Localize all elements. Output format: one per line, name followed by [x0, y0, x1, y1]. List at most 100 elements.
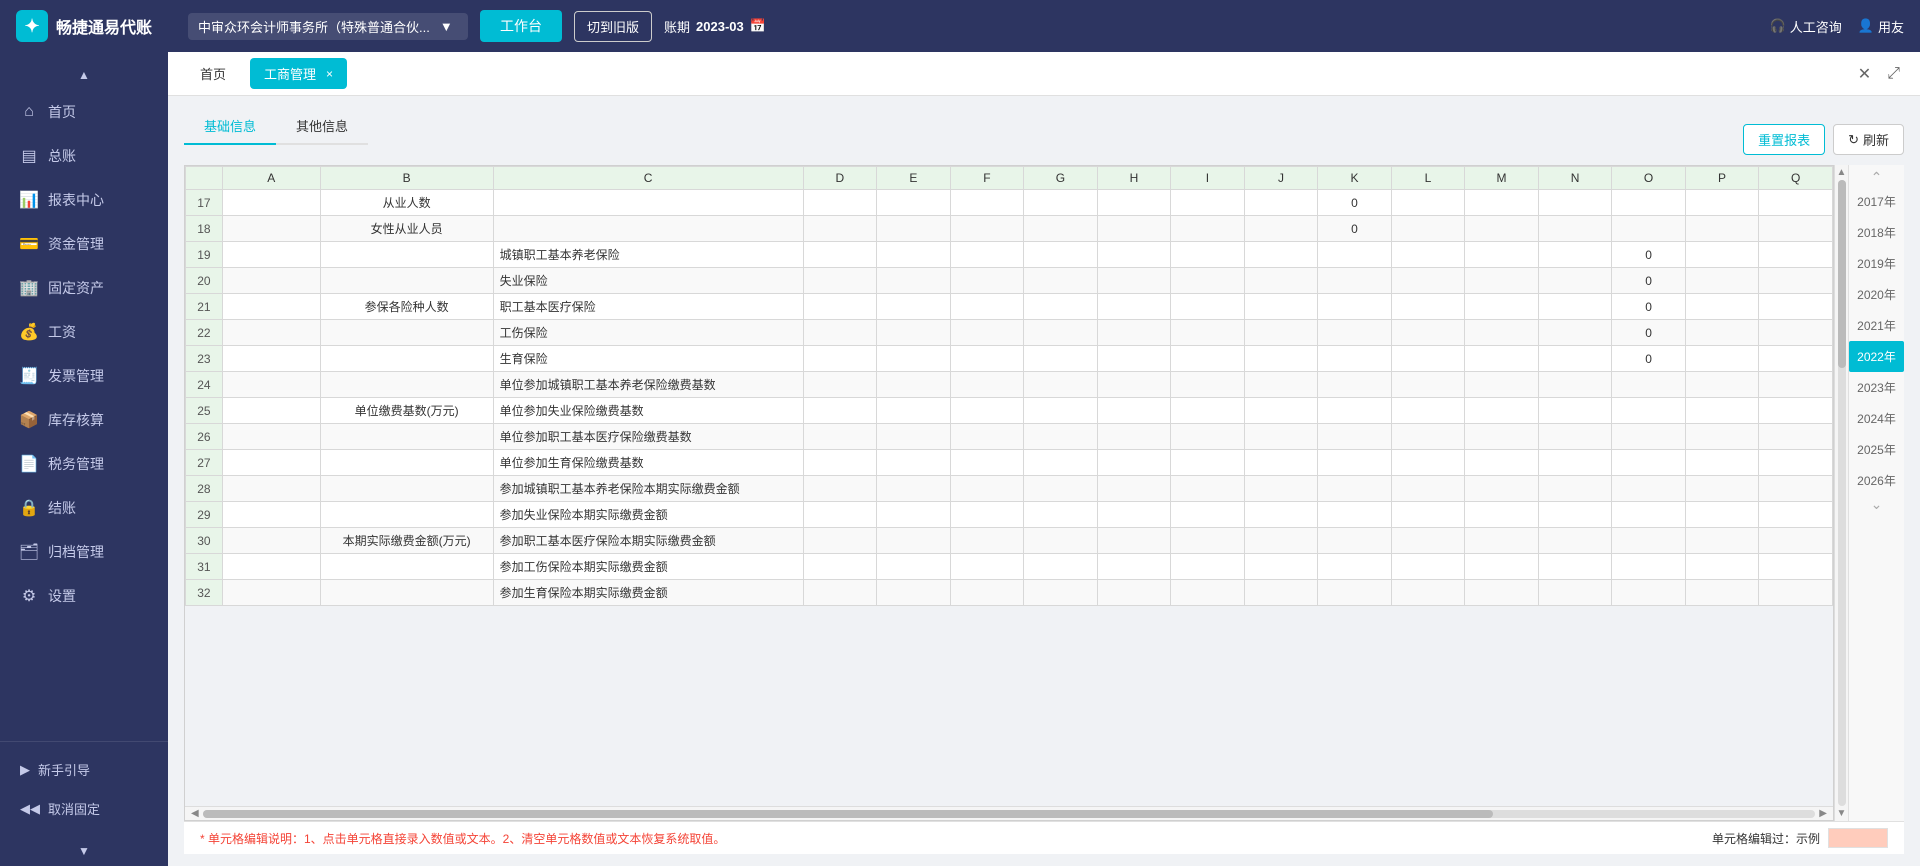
- cell-l[interactable]: [1391, 528, 1465, 554]
- cell-c[interactable]: 职工基本医疗保险: [493, 294, 803, 320]
- cell-f[interactable]: [950, 242, 1024, 268]
- year-item-2019[interactable]: 2019年: [1849, 248, 1904, 279]
- cell-q[interactable]: [1759, 372, 1833, 398]
- dropdown-icon[interactable]: ▼: [440, 19, 453, 34]
- cell-n[interactable]: [1538, 190, 1612, 216]
- cell-g[interactable]: [1024, 424, 1098, 450]
- cell-i[interactable]: [1171, 450, 1245, 476]
- cell-m[interactable]: [1465, 580, 1539, 606]
- cell-b[interactable]: [320, 476, 493, 502]
- vertical-scrollbar[interactable]: ▲ ▼: [1834, 165, 1848, 821]
- cell-e[interactable]: [877, 346, 951, 372]
- sidebar-item-guide[interactable]: ▶ 新手引导: [0, 750, 168, 789]
- year-item-2020[interactable]: 2020年: [1849, 279, 1904, 310]
- cell-i[interactable]: [1171, 580, 1245, 606]
- cell-n[interactable]: [1538, 294, 1612, 320]
- cell-a[interactable]: [222, 502, 320, 528]
- cell-a[interactable]: [222, 294, 320, 320]
- cell-k[interactable]: [1318, 450, 1392, 476]
- cell-h[interactable]: [1097, 450, 1171, 476]
- cell-d[interactable]: [803, 398, 877, 424]
- cell-q[interactable]: [1759, 450, 1833, 476]
- cell-c[interactable]: [493, 190, 803, 216]
- cell-p[interactable]: [1685, 372, 1759, 398]
- cell-o[interactable]: 0: [1612, 346, 1686, 372]
- cell-h[interactable]: [1097, 268, 1171, 294]
- cell-i[interactable]: [1171, 372, 1245, 398]
- scroll-right-arrow[interactable]: ▶: [1815, 808, 1831, 819]
- cell-e[interactable]: [877, 424, 951, 450]
- cell-e[interactable]: [877, 476, 951, 502]
- cell-a[interactable]: [222, 216, 320, 242]
- cell-k[interactable]: [1318, 346, 1392, 372]
- cell-l[interactable]: [1391, 554, 1465, 580]
- cell-p[interactable]: [1685, 398, 1759, 424]
- user-area[interactable]: 👤 用友: [1858, 17, 1904, 36]
- cell-a[interactable]: [222, 528, 320, 554]
- cell-p[interactable]: [1685, 580, 1759, 606]
- cell-p[interactable]: [1685, 242, 1759, 268]
- cell-o[interactable]: [1612, 398, 1686, 424]
- cell-a[interactable]: [222, 346, 320, 372]
- expand-tab-button[interactable]: ⤢: [1883, 60, 1904, 88]
- cell-h[interactable]: [1097, 398, 1171, 424]
- cell-e[interactable]: [877, 398, 951, 424]
- cell-k[interactable]: [1318, 580, 1392, 606]
- scroll-up-btn[interactable]: ▲: [1837, 167, 1847, 178]
- cell-i[interactable]: [1171, 294, 1245, 320]
- cell-i[interactable]: [1171, 242, 1245, 268]
- cell-n[interactable]: [1538, 346, 1612, 372]
- cell-o[interactable]: [1612, 372, 1686, 398]
- cell-k[interactable]: [1318, 372, 1392, 398]
- cell-h[interactable]: [1097, 580, 1171, 606]
- cell-l[interactable]: [1391, 580, 1465, 606]
- cell-j[interactable]: [1244, 294, 1318, 320]
- sidebar-item-settings[interactable]: ⚙ 设置: [0, 574, 168, 618]
- cell-j[interactable]: [1244, 580, 1318, 606]
- cell-j[interactable]: [1244, 554, 1318, 580]
- cell-d[interactable]: [803, 242, 877, 268]
- cell-b[interactable]: [320, 502, 493, 528]
- cell-e[interactable]: [877, 242, 951, 268]
- cell-q[interactable]: [1759, 424, 1833, 450]
- year-item-2018[interactable]: 2018年: [1849, 217, 1904, 248]
- cell-o[interactable]: [1612, 476, 1686, 502]
- cell-j[interactable]: [1244, 450, 1318, 476]
- cell-g[interactable]: [1024, 294, 1098, 320]
- cell-e[interactable]: [877, 580, 951, 606]
- cell-n[interactable]: [1538, 216, 1612, 242]
- cell-i[interactable]: [1171, 346, 1245, 372]
- cell-m[interactable]: [1465, 190, 1539, 216]
- cell-i[interactable]: [1171, 554, 1245, 580]
- cell-d[interactable]: [803, 476, 877, 502]
- workbench-button[interactable]: 工作台: [480, 10, 562, 42]
- cell-e[interactable]: [877, 216, 951, 242]
- cell-j[interactable]: [1244, 268, 1318, 294]
- cell-i[interactable]: [1171, 424, 1245, 450]
- sidebar-item-tax[interactable]: 📄 税务管理: [0, 442, 168, 486]
- cell-k[interactable]: [1318, 398, 1392, 424]
- cell-n[interactable]: [1538, 242, 1612, 268]
- cell-j[interactable]: [1244, 502, 1318, 528]
- cell-i[interactable]: [1171, 502, 1245, 528]
- sidebar-item-invoice[interactable]: 🧾 发票管理: [0, 354, 168, 398]
- cell-i[interactable]: [1171, 268, 1245, 294]
- cell-c[interactable]: 参加工伤保险本期实际缴费金额: [493, 554, 803, 580]
- cell-q[interactable]: [1759, 476, 1833, 502]
- cell-g[interactable]: [1024, 216, 1098, 242]
- cell-o[interactable]: [1612, 528, 1686, 554]
- cell-a[interactable]: [222, 450, 320, 476]
- cell-g[interactable]: [1024, 190, 1098, 216]
- cell-a[interactable]: [222, 398, 320, 424]
- cell-l[interactable]: [1391, 502, 1465, 528]
- cell-n[interactable]: [1538, 554, 1612, 580]
- cell-k[interactable]: 0: [1318, 216, 1392, 242]
- cell-e[interactable]: [877, 320, 951, 346]
- cell-q[interactable]: [1759, 216, 1833, 242]
- cell-c[interactable]: 参加失业保险本期实际缴费金额: [493, 502, 803, 528]
- cell-d[interactable]: [803, 450, 877, 476]
- cell-l[interactable]: [1391, 216, 1465, 242]
- cell-k[interactable]: [1318, 528, 1392, 554]
- cell-a[interactable]: [222, 242, 320, 268]
- cell-m[interactable]: [1465, 216, 1539, 242]
